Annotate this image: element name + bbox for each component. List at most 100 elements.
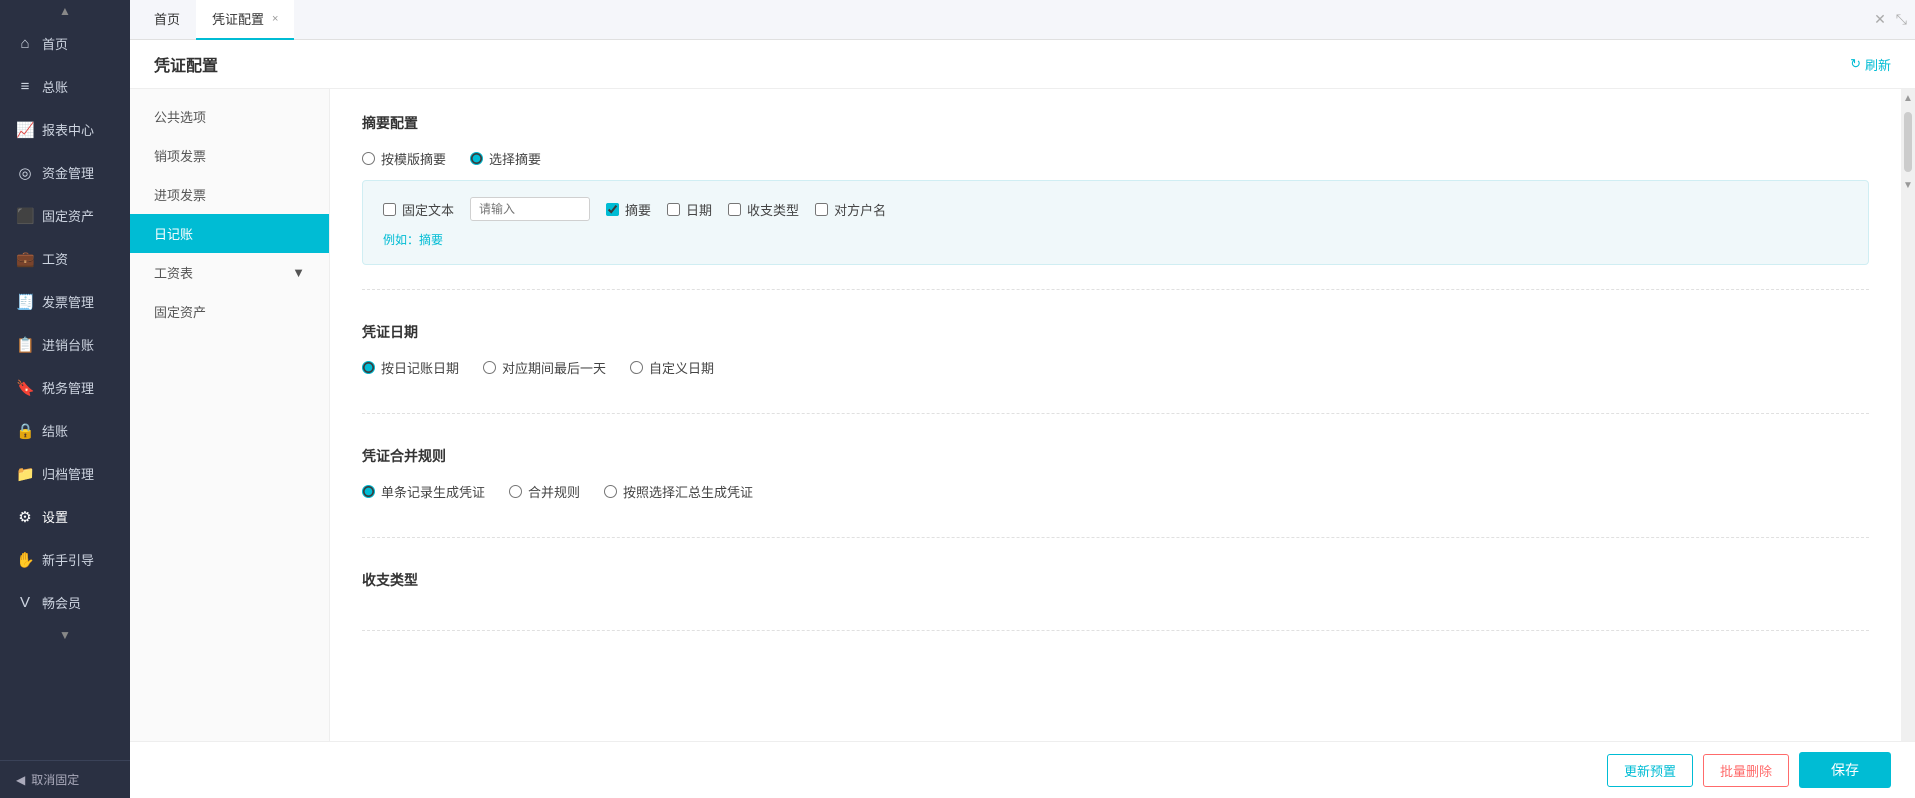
fixed-text-label: 固定文本 — [402, 200, 454, 219]
abstract-radio-select[interactable]: 选择摘要 — [470, 149, 541, 168]
sidebar-item-archive[interactable]: 📁 归档管理 — [0, 452, 130, 495]
sidebar-item-tax[interactable]: 🔖 税务管理 — [0, 366, 130, 409]
checkbox-counterpart[interactable]: 对方户名 — [815, 200, 886, 219]
home-tab-label: 首页 — [154, 9, 180, 28]
scroll-thumb[interactable] — [1904, 112, 1912, 172]
income-type-section: 收支类型 — [362, 570, 1869, 631]
date-label: 日期 — [686, 200, 712, 219]
right-content: 摘要配置 按模版摘要 选择摘要 固定文本 — [330, 89, 1901, 741]
content-layout: 公共选项 销项发票 进项发票 日记账 工资表 ▼ 固定资产 摘要配置 — [130, 89, 1915, 741]
date-checkbox[interactable] — [667, 203, 680, 216]
last-day-label: 对应期间最后一天 — [502, 358, 606, 377]
custom-date-label: 自定义日期 — [649, 358, 714, 377]
single-radio[interactable] — [362, 485, 375, 498]
expand-icon[interactable]: ⤡ — [1896, 11, 1907, 28]
purchase-sales-icon: 📋 — [16, 336, 34, 354]
save-button[interactable]: 保存 — [1799, 752, 1891, 788]
menu-label-sales-invoice: 销项发票 — [154, 146, 206, 165]
summarize-label: 按照选择汇总生成凭证 — [623, 482, 753, 501]
sidebar-item-member[interactable]: V 畅会员 — [0, 581, 130, 624]
sidebar-scroll-up[interactable]: ▲ — [0, 0, 130, 22]
sidebar-item-purchase-sales[interactable]: 📋 进销台账 — [0, 323, 130, 366]
sidebar-item-assets[interactable]: ⬛ 固定资产 — [0, 194, 130, 237]
sidebar-unpin[interactable]: ◀ 取消固定 — [0, 760, 130, 798]
custom-date-radio[interactable] — [630, 361, 643, 374]
sidebar-item-ledger[interactable]: ≡ 总账 — [0, 65, 130, 108]
settings-icon: ⚙ — [16, 508, 34, 526]
abstract-template-radio[interactable] — [362, 152, 375, 165]
left-menu-fixed-assets[interactable]: 固定资产 — [130, 292, 329, 331]
checkbox-abstract[interactable]: 摘要 — [606, 200, 651, 219]
scroll-up-arrow[interactable]: ▲ — [1901, 89, 1915, 108]
bottom-bar: 更新预置 批量删除 保存 — [130, 741, 1915, 798]
abstract-example: 例如：摘要 — [383, 231, 1848, 248]
voucher-date-last-day[interactable]: 对应期间最后一天 — [483, 358, 606, 377]
abstract-config-title: 摘要配置 — [362, 113, 1869, 133]
tab-close-icon[interactable]: × — [272, 13, 278, 25]
sidebar-label-closing: 结账 — [42, 421, 68, 440]
sidebar-item-funds[interactable]: ◎ 资金管理 — [0, 151, 130, 194]
summarize-radio[interactable] — [604, 485, 617, 498]
checkbox-fixed-text[interactable]: 固定文本 — [383, 200, 454, 219]
counterpart-checkbox[interactable] — [815, 203, 828, 216]
sidebar: ▲ ⌂ 首页 ≡ 总账 📈 报表中心 ◎ 资金管理 ⬛ 固定资产 💼 工资 🧾 … — [0, 0, 130, 798]
sidebar-scroll-down[interactable]: ▼ — [0, 624, 130, 646]
merge-rule[interactable]: 合并规则 — [509, 482, 580, 501]
income-type-label: 收支类型 — [747, 200, 799, 219]
menu-label-public: 公共选项 — [154, 107, 206, 126]
sidebar-item-guide[interactable]: ✋ 新手引导 — [0, 538, 130, 581]
abstract-checkbox[interactable] — [606, 203, 619, 216]
income-type-checkbox[interactable] — [728, 203, 741, 216]
sidebar-item-settings[interactable]: ⚙ 设置 — [0, 495, 130, 538]
sidebar-item-closing[interactable]: 🔒 结账 — [0, 409, 130, 452]
tax-icon: 🔖 — [16, 379, 34, 397]
sidebar-label-purchase-sales: 进销台账 — [42, 335, 94, 354]
merge-radio[interactable] — [509, 485, 522, 498]
voucher-date-journal[interactable]: 按日记账日期 — [362, 358, 459, 377]
tab-voucher-config[interactable]: 凭证配置 × — [196, 0, 294, 40]
update-preview-button[interactable]: 更新预置 — [1607, 754, 1693, 787]
sidebar-label-reports: 报表中心 — [42, 120, 94, 139]
abstract-radio-template[interactable]: 按模版摘要 — [362, 149, 446, 168]
left-menu-purchase-invoice[interactable]: 进项发票 — [130, 175, 329, 214]
sidebar-label-assets: 固定资产 — [42, 206, 94, 225]
fixed-text-checkbox[interactable] — [383, 203, 396, 216]
assets-icon: ⬛ — [16, 207, 34, 225]
sidebar-item-reports[interactable]: 📈 报表中心 — [0, 108, 130, 151]
batch-delete-button[interactable]: 批量删除 — [1703, 754, 1789, 787]
menu-label-payroll-table: 工资表 — [154, 263, 193, 282]
sidebar-item-invoice-mgmt[interactable]: 🧾 发票管理 — [0, 280, 130, 323]
checkbox-date[interactable]: 日期 — [667, 200, 712, 219]
abstract-template-label: 按模版摘要 — [381, 149, 446, 168]
voucher-date-radio-group: 按日记账日期 对应期间最后一天 自定义日期 — [362, 358, 1869, 377]
tab-home[interactable]: 首页 — [138, 0, 196, 40]
sidebar-label-invoice-mgmt: 发票管理 — [42, 292, 94, 311]
left-menu-public[interactable]: 公共选项 — [130, 97, 329, 136]
journal-date-radio[interactable] — [362, 361, 375, 374]
sidebar-label-funds: 资金管理 — [42, 163, 94, 182]
merge-summarize[interactable]: 按照选择汇总生成凭证 — [604, 482, 753, 501]
home-icon: ⌂ — [16, 35, 34, 52]
ledger-icon: ≡ — [16, 78, 34, 95]
sidebar-item-payroll[interactable]: 💼 工资 — [0, 237, 130, 280]
abstract-config-box: 固定文本 摘要 日期 收支类型 — [362, 180, 1869, 265]
expand-arrow-icon: ▼ — [292, 265, 305, 280]
abstract-checkboxes-row: 固定文本 摘要 日期 收支类型 — [383, 197, 1848, 221]
left-menu-payroll-table[interactable]: 工资表 ▼ — [130, 253, 329, 292]
abstract-select-radio[interactable] — [470, 152, 483, 165]
sidebar-item-home[interactable]: ⌂ 首页 — [0, 22, 130, 65]
sidebar-label-settings: 设置 — [42, 507, 68, 526]
left-menu-sales-invoice[interactable]: 销项发票 — [130, 136, 329, 175]
refresh-button[interactable]: ↻ 刷新 — [1850, 55, 1891, 74]
voucher-date-title: 凭证日期 — [362, 322, 1869, 342]
voucher-date-custom[interactable]: 自定义日期 — [630, 358, 714, 377]
merge-single[interactable]: 单条记录生成凭证 — [362, 482, 485, 501]
close-window-icon[interactable]: ✕ — [1874, 11, 1886, 28]
merge-rules-title: 凭证合并规则 — [362, 446, 1869, 466]
scroll-down-arrow[interactable]: ▼ — [1901, 176, 1915, 195]
last-day-radio[interactable] — [483, 361, 496, 374]
left-menu-journal[interactable]: 日记账 — [130, 214, 329, 253]
tab-bar: 首页 凭证配置 × ✕ ⤡ — [130, 0, 1915, 40]
fixed-text-input[interactable] — [470, 197, 590, 221]
checkbox-income-type[interactable]: 收支类型 — [728, 200, 799, 219]
